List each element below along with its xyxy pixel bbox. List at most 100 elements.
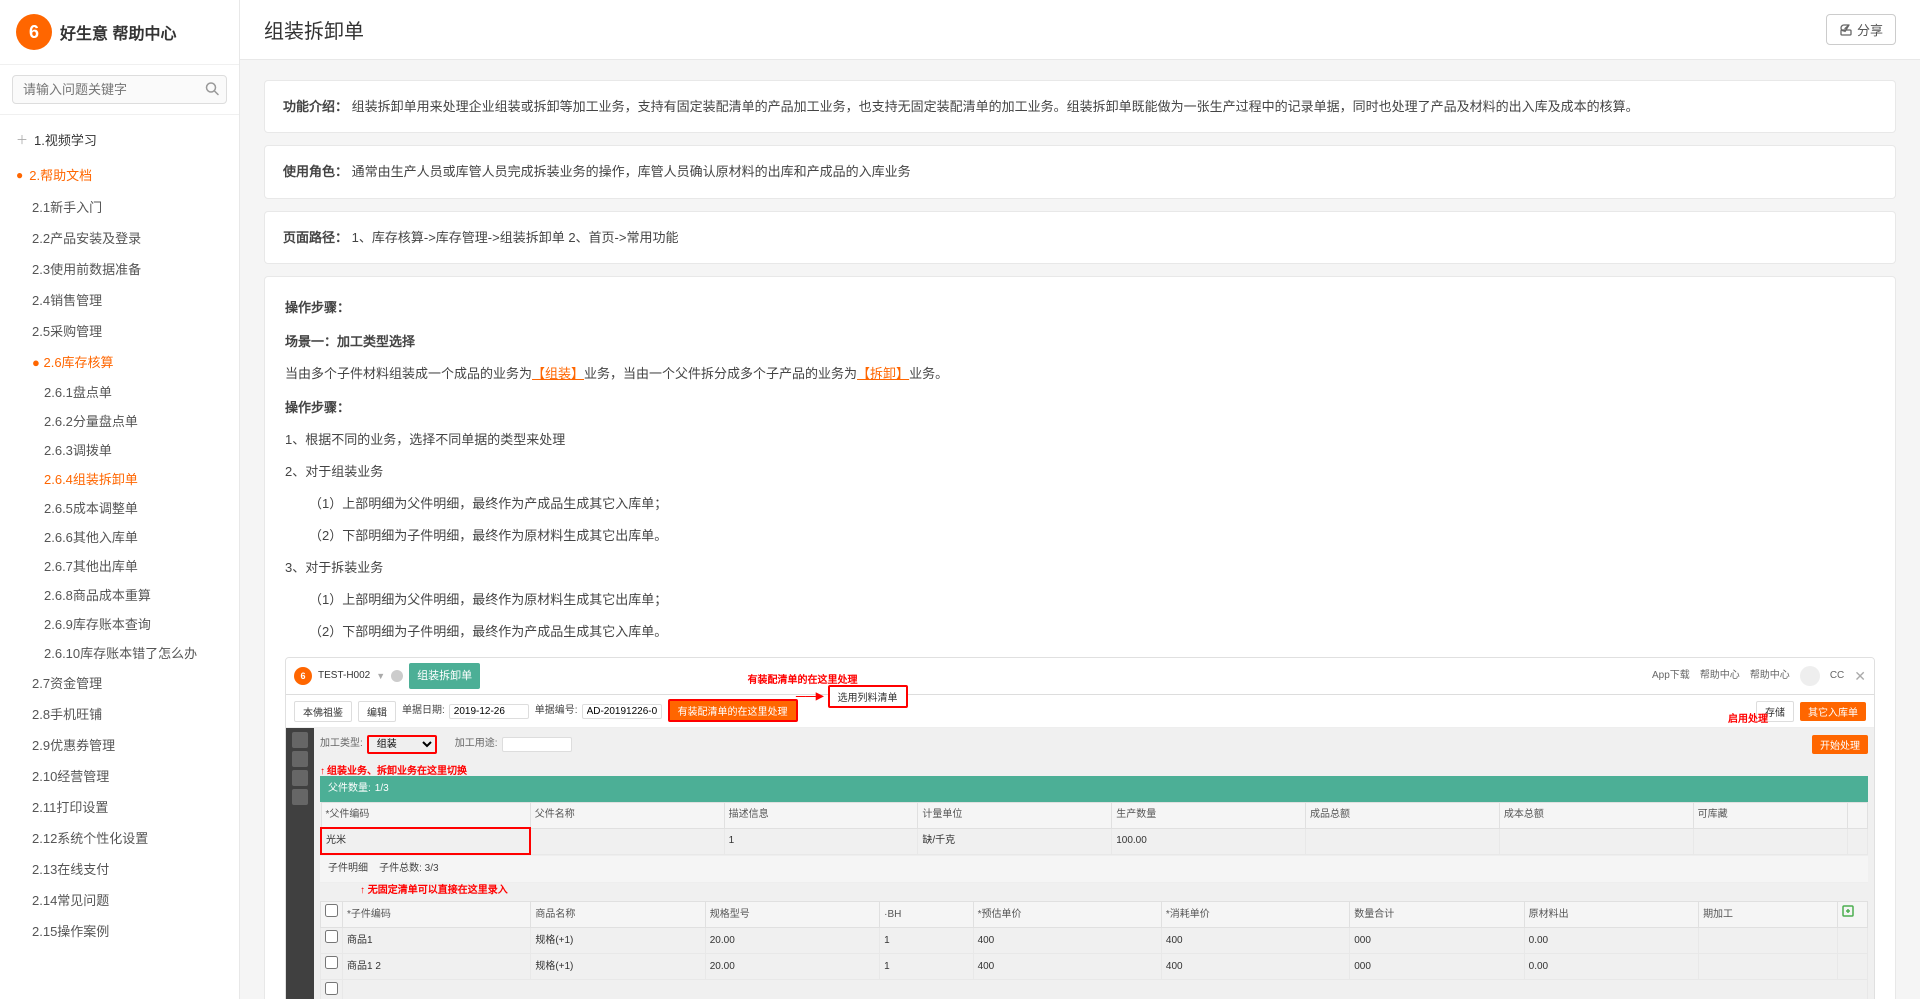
sidebar-item-mobile[interactable]: 2.8手机旺铺	[0, 698, 239, 729]
ltd-bh2: 1	[880, 954, 973, 980]
ltd-proc1	[1699, 928, 1838, 954]
sidebar-item-stock-err[interactable]: 2.6.10库存账本错了怎么办	[0, 638, 239, 667]
step1: 1、根据不同的业务，选择不同单据的类型来处理	[285, 427, 1875, 453]
row2-check[interactable]	[325, 956, 338, 969]
sidebar-item-cases[interactable]: 2.15操作案例	[0, 915, 239, 946]
role-text: 通常由生产人员或库管人员完成拆装业务的操作，库管人员确认原材料的出库和产成品的入…	[352, 164, 911, 179]
mock-avatar	[1800, 666, 1820, 686]
screenshot-container: 6 TEST-H002 ▼ 组装拆卸单 App下载 帮助中心 帮助中心	[285, 657, 1875, 999]
share-button[interactable]: 分享	[1826, 14, 1896, 45]
sidebar-item-sales[interactable]: 2.4销售管理	[0, 284, 239, 315]
sidebar-item-faq[interactable]: 2.14常见问题	[0, 884, 239, 915]
sidebar-item-other-out[interactable]: 2.6.7其他出库单	[0, 551, 239, 580]
ltd-proc2	[1699, 954, 1838, 980]
sidebar-item-other-in[interactable]: 2.6.6其他入库单	[0, 522, 239, 551]
sidebar-item-install[interactable]: 2.2产品安装及登录	[0, 222, 239, 253]
link-assemble[interactable]: 【组装】	[532, 366, 584, 381]
mock-process-input[interactable]	[502, 737, 572, 752]
sidebar-item-cost-adj[interactable]: 2.6.5成本调整单	[0, 493, 239, 522]
mock-tab: 组装拆卸单	[409, 663, 480, 689]
mock-select-bom[interactable]: 选用列料清单	[828, 685, 908, 708]
mock-process-group: 加工用途:	[455, 734, 572, 754]
mock-store-id: TEST-H002	[318, 666, 370, 686]
mock-docno-label: 单据编号:	[535, 701, 578, 721]
sidebar-item-coupon[interactable]: 2.9优惠券管理	[0, 729, 239, 760]
mock-other-in-btn[interactable]: 其它入库单	[1800, 702, 1866, 721]
sidebar-item-online-pay[interactable]: 2.13在线支付	[0, 853, 239, 884]
td-qty: 100.00	[1112, 828, 1306, 854]
td-name	[530, 828, 724, 854]
sidebar: 6 好生意 帮助中心 ＋ 1.视频学习 ● 2.帮助文档	[0, 0, 240, 999]
ltd-bh1: 1	[880, 928, 973, 954]
sidebar-item-inventory[interactable]: ● 2.6库存核算	[0, 346, 239, 377]
mock-upper-table-body: 光米 1 缺/千克 100.00	[321, 828, 1868, 854]
ltd-name1: 规格(+1)	[531, 928, 705, 954]
ltd-use2: 400	[1161, 954, 1349, 980]
mock-confirm-btn[interactable]: 开始处理	[1812, 735, 1868, 754]
sidebar-item-split[interactable]: 2.6.2分量盘点单	[0, 406, 239, 435]
search-button[interactable]	[205, 81, 219, 98]
ltd-name2: 规格(+1)	[531, 954, 705, 980]
mock-form-row-type: 加工类型: 组装 拆卸 加工用途:	[320, 734, 1868, 754]
mock-nav-help: 帮助中心	[1700, 666, 1740, 686]
ltd-spec1: 20.00	[705, 928, 879, 954]
path-label: 页面路径：	[283, 230, 348, 245]
sidebar-item-assemble[interactable]: 2.6.4组装拆卸单	[0, 464, 239, 493]
lth-col8: 原材料出	[1524, 902, 1698, 928]
mock-titlebar: 6 TEST-H002 ▼ 组装拆卸单 App下载 帮助中心 帮助中心	[286, 658, 1874, 695]
mock-type-group: 加工类型: 组装 拆卸	[320, 734, 437, 754]
lth-col1: *子件编码	[343, 902, 531, 928]
row3-check[interactable]	[325, 982, 338, 995]
th-col7: 成本总额	[1499, 803, 1693, 829]
th-col3: 描述信息	[724, 803, 918, 829]
annotation-enable: 启用处理	[1728, 710, 1768, 730]
mock-bom-button[interactable]: 有装配清单的在这里处理	[668, 699, 798, 722]
sidebar-item-finance[interactable]: 2.7资金管理	[0, 667, 239, 698]
sidebar-item-print[interactable]: 2.11打印设置	[0, 791, 239, 822]
sidebar-item-docs[interactable]: ● 2.帮助文档	[0, 158, 239, 191]
sidebar-item-data[interactable]: 2.3使用前数据准备	[0, 253, 239, 284]
th-col2: 父件名称	[530, 803, 724, 829]
sidebar-item-cost-calc[interactable]: 2.6.8商品成本重算	[0, 580, 239, 609]
mock-dropdown-icon: ▼	[376, 667, 385, 685]
link-disassemble[interactable]: 【拆卸】	[857, 366, 909, 381]
minus-icon: ●	[16, 168, 23, 182]
sidebar-item-video[interactable]: ＋ 1.视频学习	[0, 123, 239, 156]
ltd-est1: 400	[973, 928, 1161, 954]
check-all[interactable]	[325, 904, 338, 917]
sidebar-item-stock-query[interactable]: 2.6.9库存账本查询	[0, 609, 239, 638]
mock-docno-input[interactable]	[582, 704, 662, 719]
mock-docno-group: 单据编号:	[535, 701, 662, 721]
lth-col9: 期加工	[1699, 902, 1838, 928]
mock-nav-center: 帮助中心	[1750, 666, 1790, 686]
sidebar-item-adjust[interactable]: 2.6.3调拨单	[0, 435, 239, 464]
sidebar-item-purchase[interactable]: 2.5采购管理	[0, 315, 239, 346]
sidebar-item-sysconfig[interactable]: 2.12系统个性化设置	[0, 822, 239, 853]
mock-date-input[interactable]	[449, 704, 529, 719]
mock-lower-table-body: 商品1 规格(+1) 20.00 1 400 400 000 0.00	[321, 928, 1868, 999]
lth-col6: *消耗单价	[1161, 902, 1349, 928]
func-intro-label: 功能介绍：	[283, 99, 348, 114]
mock-btn-edit[interactable]: 编辑	[358, 701, 396, 722]
th-col6: 成品总额	[1306, 803, 1500, 829]
nav-sub-docs: 2.1新手入门 2.2产品安装及登录 2.3使用前数据准备 2.4销售管理 2.…	[0, 191, 239, 946]
search-input[interactable]	[12, 75, 227, 104]
scene-desc: 当由多个子件材料组装成一个成品的业务为【组装】业务，当由一个父件拆分成多个子产品…	[285, 361, 1875, 387]
ltd-code1: 商品1	[343, 928, 531, 954]
row1-check[interactable]	[325, 930, 338, 943]
td-cost	[1499, 828, 1693, 854]
ltd-est2: 400	[973, 954, 1161, 980]
share-icon	[1839, 23, 1853, 37]
ltd-code2: 商品1 2	[343, 954, 531, 980]
sidebar-item-stocktake[interactable]: 2.6.1盘点单	[0, 377, 239, 406]
mock-type-select[interactable]: 组装 拆卸	[367, 735, 437, 754]
mock-btn-newbill[interactable]: 本佛祖鉴	[294, 701, 352, 722]
step2-2: （2）下部明细为子件明细，最终作为原材料生成其它出库单。	[309, 523, 1875, 549]
lth-col10	[1838, 902, 1868, 928]
lth-col4: ·BH	[880, 902, 973, 928]
sidebar-item-ops[interactable]: 2.10经营管理	[0, 760, 239, 791]
sidebar-item-newbie[interactable]: 2.1新手入门	[0, 191, 239, 222]
lower-table-row-1: 商品1 规格(+1) 20.00 1 400 400 000 0.00	[321, 928, 1868, 954]
mock-type-label: 加工类型:	[320, 734, 363, 754]
td-code: 光米	[321, 828, 530, 854]
